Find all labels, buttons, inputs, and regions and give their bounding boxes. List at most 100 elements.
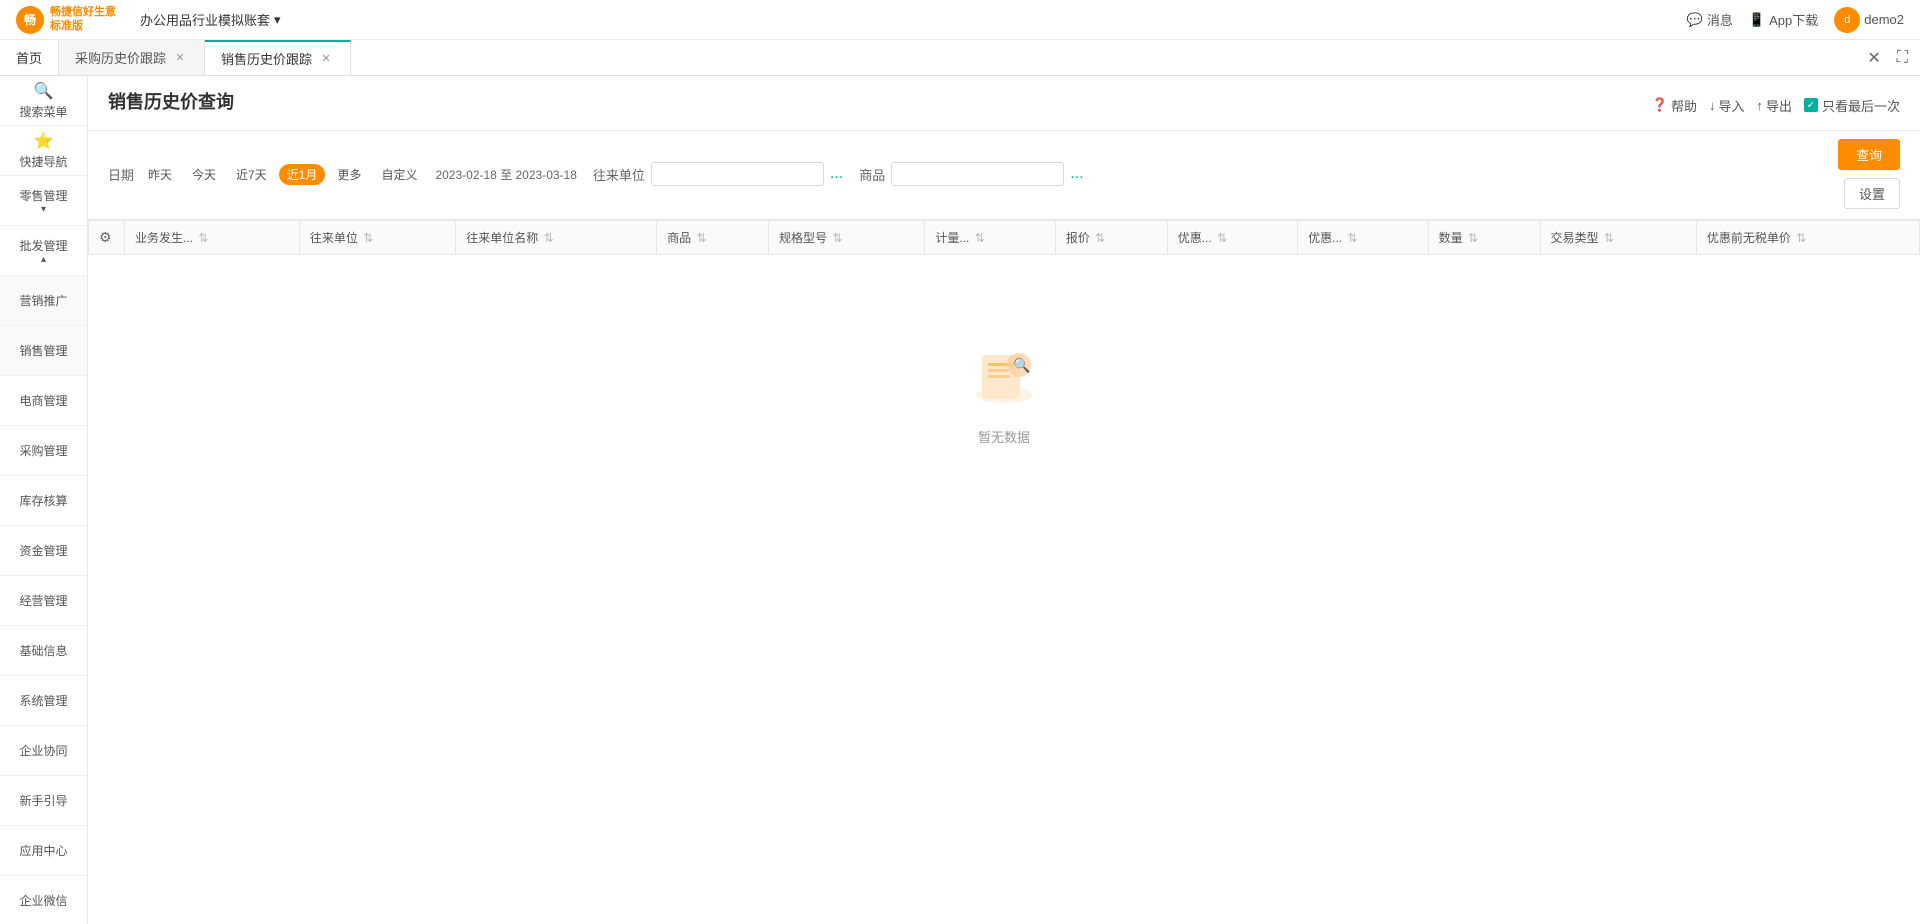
goods-input[interactable] [891,162,1064,186]
home-tab-label: 首页 [16,48,42,67]
sort-icon: ⇅ [198,231,208,245]
help-btn[interactable]: ❓ 帮助 [1652,96,1697,115]
logo-text: 畅捷信好生意 标准版 [50,6,116,32]
sidebar-item-enterprise[interactable]: 企业协同 [0,726,87,776]
col-unit[interactable]: 计量... ⇅ [925,221,1055,255]
table-header-row: ⚙ 业务发生... ⇅ 往来单位 ⇅ 往来单位名称 ⇅ [89,221,1920,255]
date-range-display: 2023-02-18 至 2023-03-18 [435,166,576,183]
wholesale-submenu: 营销推广 销售管理 [0,276,87,376]
col-partner-name[interactable]: 往来单位名称 ⇅ [456,221,657,255]
sidebar-item-sales-mgmt[interactable]: 销售管理 [0,326,87,376]
purchase-tab-label: 采购历史价跟踪 [75,48,166,67]
sort-icon: ⇅ [1348,231,1358,245]
col-discount2[interactable]: 优惠... ⇅ [1298,221,1428,255]
message-btn[interactable]: 💬 消息 [1687,10,1733,29]
topbar-right: 💬 消息 📱 App下载 d demo2 [1687,7,1904,33]
goods-label: 商品 [859,165,885,184]
filter-actions: 查询 设置 [1838,139,1900,209]
query-button[interactable]: 查询 [1838,139,1900,170]
logo-area: 畅 畅捷信好生意 标准版 [16,6,116,34]
tab-home[interactable]: 首页 [0,40,59,75]
tabbar-actions: ✕ ⛶ [1863,40,1920,75]
tab-purchase[interactable]: 采购历史价跟踪 ✕ [59,40,205,75]
page-header: 销售历史价查询 ❓ 帮助 ↓ 导入 ↑ 导出 ✓ [88,76,1920,131]
col-discount1[interactable]: 优惠... ⇅ [1167,221,1297,255]
export-btn[interactable]: ↑ 导出 [1756,96,1792,115]
help-icon: ❓ [1652,97,1668,113]
sidebar-item-ecommerce[interactable]: 电商管理 [0,376,87,426]
close-sales-tab[interactable]: ✕ [318,51,334,67]
sidebar-item-finance[interactable]: 资金管理 [0,526,87,576]
maximize-btn[interactable]: ⛶ [1893,45,1912,71]
col-trade-type[interactable]: 交易类型 ⇅ [1540,221,1696,255]
user-area[interactable]: d demo2 [1834,7,1904,33]
message-icon: 💬 [1687,12,1703,28]
partner-label: 往来单位 [593,165,645,184]
col-goods[interactable]: 商品 ⇅ [657,221,769,255]
goods-filter-group: 商品 ... [859,162,1083,186]
date-filter-group: 日期 昨天 今天 近7天 近1月 更多 自定义 2023-02-18 至 202… [108,164,577,185]
export-icon: ↑ [1756,98,1763,113]
topbar: 畅 畅捷信好生意 标准版 办公用品行业模拟账套 ▾ 💬 消息 📱 App下载 d… [0,0,1920,40]
table-settings-icon[interactable]: ⚙ [99,229,112,245]
col-quote[interactable]: 报价 ⇅ [1055,221,1167,255]
main-layout: 🔍 搜索菜单 ⭐ 快捷导航 零售管理 ▾ 批发管理 ▴ 营销推广 销售管理 电商… [0,76,1920,924]
app-selector[interactable]: 办公用品行业模拟账套 ▾ [140,10,281,29]
sort-icon: ⇅ [696,231,706,245]
sidebar-item-base[interactable]: 基础信息 [0,626,87,676]
close-purchase-tab[interactable]: ✕ [172,50,188,66]
only-last-checkbox[interactable]: ✓ [1804,98,1818,112]
sort-icon: ⇅ [544,231,554,245]
download-icon: 📱 [1749,12,1765,28]
sidebar-item-search[interactable]: 🔍 搜索菜单 [0,76,87,126]
page-header-actions: ❓ 帮助 ↓ 导入 ↑ 导出 ✓ 只看最后一次 [1652,96,1900,115]
chip-7days[interactable]: 近7天 [228,164,275,185]
logo-icon: 畅 [16,6,44,34]
chip-1month[interactable]: 近1月 [279,164,326,185]
filter-bar: 日期 昨天 今天 近7天 近1月 更多 自定义 2023-02-18 至 202… [88,131,1920,220]
sidebar-item-guide[interactable]: 新手引导 [0,776,87,826]
sidebar-item-wechat[interactable]: 企业微信 [0,876,87,924]
col-partner-code[interactable]: 往来单位 ⇅ [299,221,455,255]
sort-icon: ⇅ [1468,231,1478,245]
col-quantity[interactable]: 数量 ⇅ [1428,221,1540,255]
search-icon: 🔍 [34,81,54,101]
dropdown-arrow-icon: ▾ [274,12,281,28]
sidebar-item-marketing[interactable]: 营销推广 [0,276,87,326]
goods-picker-btn[interactable]: ... [1070,165,1083,183]
sidebar-item-inventory[interactable]: 库存核算 [0,476,87,526]
col-spec[interactable]: 规格型号 ⇅ [769,221,925,255]
tabbar: 首页 采购历史价跟踪 ✕ 销售历史价跟踪 ✕ ✕ ⛶ [0,40,1920,76]
topbar-left: 畅 畅捷信好生意 标准版 办公用品行业模拟账套 ▾ [16,6,281,34]
sidebar-item-purchase-mgmt[interactable]: 采购管理 [0,426,87,476]
sort-icon: ⇅ [975,231,985,245]
sidebar-item-wholesale[interactable]: 批发管理 ▴ [0,226,87,276]
sort-icon: ⇅ [363,231,373,245]
chip-more[interactable]: 更多 [329,164,369,185]
sidebar-item-system[interactable]: 系统管理 [0,676,87,726]
chip-today[interactable]: 今天 [184,164,224,185]
sales-tab-label: 销售历史价跟踪 [221,49,312,68]
col-settings: ⚙ [89,221,125,255]
avatar: d [1834,7,1860,33]
table-area: ⚙ 业务发生... ⇅ 往来单位 ⇅ 往来单位名称 ⇅ [88,220,1920,924]
import-btn[interactable]: ↓ 导入 [1709,96,1745,115]
arrow-down-icon: ▾ [41,204,46,215]
sidebar-item-retail[interactable]: 零售管理 ▾ [0,176,87,226]
settings-button[interactable]: 设置 [1844,178,1900,209]
chip-custom[interactable]: 自定义 [373,164,425,185]
col-no-tax-price[interactable]: 优惠前无税单价 ⇅ [1696,221,1919,255]
partner-input[interactable] [651,162,824,186]
tab-sales[interactable]: 销售历史价跟踪 ✕ [205,40,351,75]
col-biz-date[interactable]: 业务发生... ⇅ [125,221,300,255]
close-all-tabs-btn[interactable]: ✕ [1863,44,1884,72]
app-download-btn[interactable]: 📱 App下载 [1749,10,1818,29]
only-last-checkbox-label[interactable]: ✓ 只看最后一次 [1804,96,1900,115]
sidebar-item-shortcut[interactable]: ⭐ 快捷导航 [0,126,87,176]
partner-picker-btn[interactable]: ... [830,165,843,183]
chip-yesterday[interactable]: 昨天 [140,164,180,185]
sidebar-item-ops[interactable]: 经营管理 [0,576,87,626]
sidebar-item-appstore[interactable]: 应用中心 [0,826,87,876]
sort-icon: ⇅ [1217,231,1227,245]
arrow-up-icon: ▴ [41,254,46,265]
